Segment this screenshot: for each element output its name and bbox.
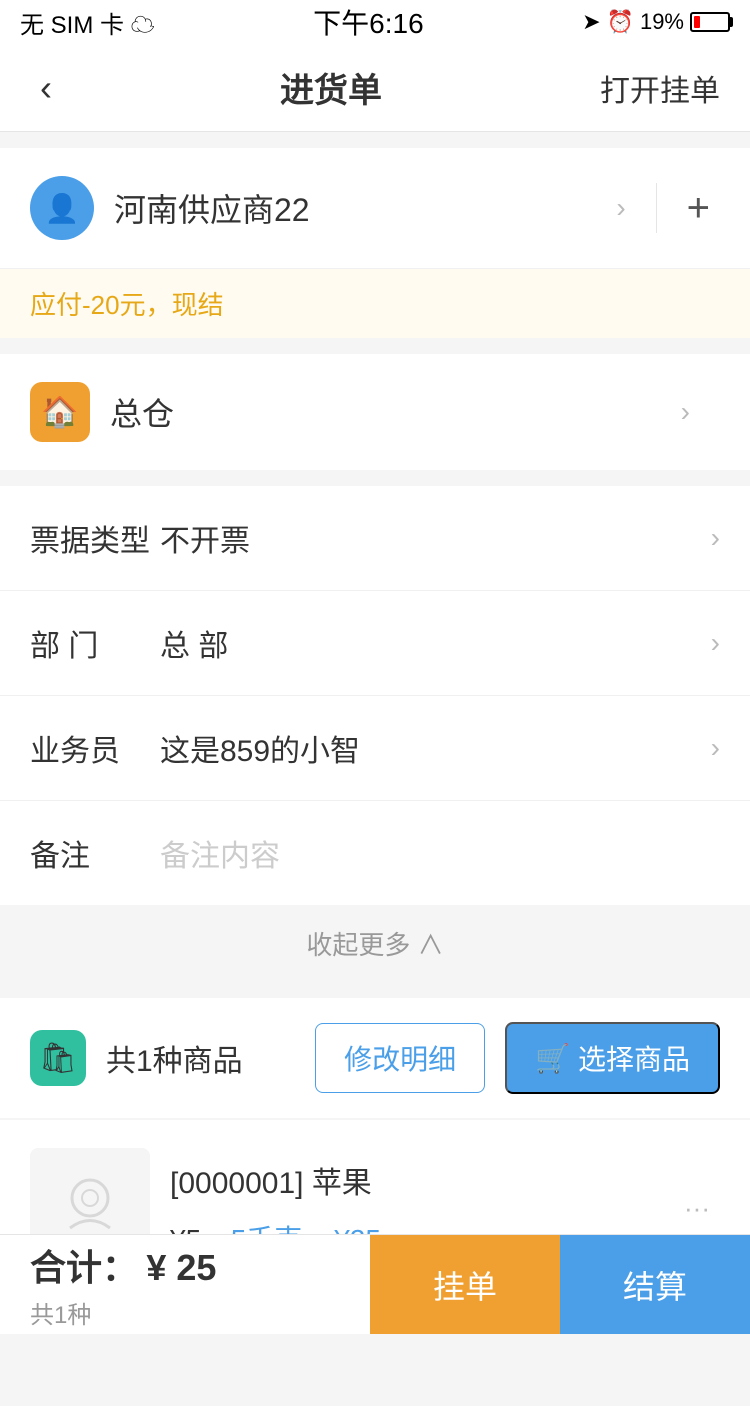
status-left: 无 SIM 卡 ☁ bbox=[20, 5, 155, 40]
department-chevron-icon: › bbox=[711, 627, 720, 659]
location-icon: ➤ bbox=[582, 9, 600, 35]
page-title: 进货单 bbox=[280, 63, 382, 112]
supplier-card: 👤 河南供应商22 › + 应付-20元，现结 bbox=[0, 148, 750, 338]
department-row[interactable]: 部 门 总 部 › bbox=[0, 591, 750, 696]
warehouse-icon: 🏠 bbox=[30, 382, 90, 442]
checkout-button[interactable]: 结算 bbox=[560, 1235, 750, 1334]
product-header: 🛍 共1种商品 修改明细 🛒 选择商品 bbox=[0, 998, 750, 1118]
sim-status: 无 SIM 卡 ☁ bbox=[20, 5, 155, 40]
warehouse-card[interactable]: 🏠 总仓 › bbox=[0, 354, 750, 470]
invoice-type-label: 票据类型 bbox=[30, 516, 160, 560]
warehouse-chevron-icon: › bbox=[681, 396, 690, 428]
status-right: ➤ ⏰ 19% bbox=[582, 9, 730, 35]
select-product-icon: 🛒 bbox=[535, 1042, 570, 1075]
supplier-row: 👤 河南供应商22 › + bbox=[0, 148, 750, 269]
supplier-chevron-icon: › bbox=[616, 192, 625, 224]
remark-label: 备注 bbox=[30, 831, 160, 875]
vertical-divider bbox=[656, 183, 657, 233]
total-section: 合计： ¥ 25 共1种 bbox=[0, 1235, 370, 1334]
product-more-button[interactable]: ··· bbox=[674, 1183, 720, 1234]
select-product-button[interactable]: 🛒 选择商品 bbox=[505, 1022, 720, 1094]
total-count: 共1种 bbox=[30, 1295, 340, 1330]
total-amount-row: 合计： ¥ 25 bbox=[30, 1239, 340, 1291]
product-code: [0000001] bbox=[170, 1167, 303, 1200]
invoice-type-chevron-icon: › bbox=[711, 522, 720, 554]
product-title: 苹果 bbox=[312, 1167, 372, 1200]
remark-row[interactable]: 备注 备注内容 bbox=[0, 801, 750, 905]
nav-bar: ‹ 进货单 打开挂单 bbox=[0, 44, 750, 132]
status-bar: 无 SIM 卡 ☁ 下午6:16 ➤ ⏰ 19% bbox=[0, 0, 750, 44]
remark-input[interactable]: 备注内容 bbox=[160, 831, 720, 875]
salesperson-value: 这是859的小智 bbox=[160, 726, 711, 770]
salesperson-row[interactable]: 业务员 这是859的小智 › bbox=[0, 696, 750, 801]
form-card: 票据类型 不开票 › 部 门 总 部 › 业务员 这是859的小智 › 备注 备… bbox=[0, 486, 750, 905]
salesperson-label: 业务员 bbox=[30, 726, 160, 770]
salesperson-chevron-icon: › bbox=[711, 732, 720, 764]
department-value: 总 部 bbox=[160, 621, 711, 665]
total-label: 合计： bbox=[30, 1247, 138, 1288]
avatar-icon: 👤 bbox=[45, 192, 80, 225]
bag-icon: 🛍 bbox=[39, 1041, 77, 1076]
add-supplier-button[interactable]: + bbox=[677, 186, 720, 231]
product-name: [0000001] 苹果 bbox=[170, 1158, 654, 1202]
select-product-label: 选择商品 bbox=[578, 1038, 690, 1078]
product-count-icon: 🛍 bbox=[30, 1030, 86, 1086]
battery-percent: 19% bbox=[640, 9, 684, 35]
back-button[interactable]: ‹ bbox=[30, 57, 62, 119]
bottom-bar: 合计： ¥ 25 共1种 挂单 结算 bbox=[0, 1234, 750, 1334]
battery-icon bbox=[690, 12, 730, 32]
invoice-type-row[interactable]: 票据类型 不开票 › bbox=[0, 486, 750, 591]
hang-order-button[interactable]: 挂单 bbox=[370, 1235, 560, 1334]
open-hang-button[interactable]: 打开挂单 bbox=[600, 66, 720, 110]
notice-bar: 应付-20元，现结 bbox=[0, 269, 750, 338]
product-count-text: 共1种商品 bbox=[106, 1036, 295, 1080]
collapse-bar[interactable]: 收起更多 ∧ bbox=[0, 905, 750, 982]
supplier-name: 河南供应商22 bbox=[114, 185, 616, 231]
alarm-icon: ⏰ bbox=[607, 9, 634, 35]
content: 👤 河南供应商22 › + 应付-20元，现结 🏠 总仓 › 票据类型 不开票 … bbox=[0, 148, 750, 1406]
total-amount: ¥ 25 bbox=[146, 1247, 216, 1288]
status-time: 下午6:16 bbox=[313, 2, 424, 42]
supplier-avatar: 👤 bbox=[30, 176, 94, 240]
modify-detail-button[interactable]: 修改明细 bbox=[315, 1023, 485, 1093]
warehouse-name: 总仓 bbox=[110, 389, 681, 435]
invoice-type-value: 不开票 bbox=[160, 516, 711, 560]
department-label: 部 门 bbox=[30, 621, 160, 665]
